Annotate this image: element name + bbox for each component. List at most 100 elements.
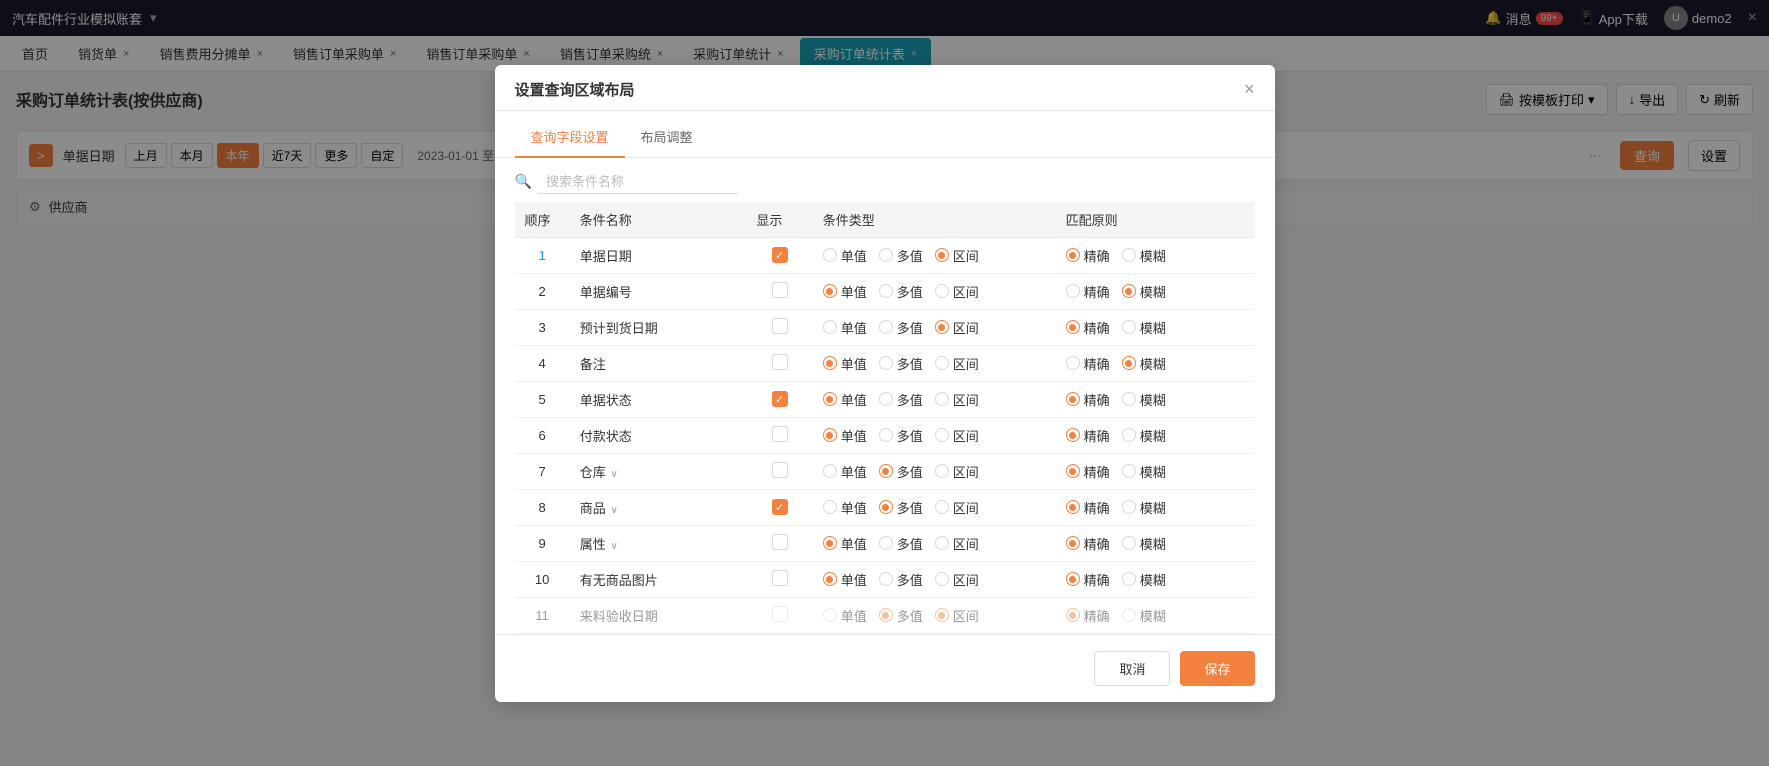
range-radio-circle[interactable] [935,536,949,550]
row-display[interactable] [746,561,812,597]
row-display[interactable] [746,381,812,417]
single-radio-circle[interactable] [823,572,837,586]
multi-radio-circle[interactable] [879,608,893,622]
fuzzy-radio-circle[interactable] [1122,464,1136,478]
exact-radio-circle[interactable] [1066,572,1080,586]
single-radio-circle[interactable] [823,500,837,514]
match-exact-radio[interactable]: 精确 [1066,282,1110,301]
range-radio-circle[interactable] [935,356,949,370]
multi-radio-circle[interactable] [879,572,893,586]
display-checkbox[interactable] [772,462,788,478]
dialog-close-button[interactable]: × [1244,80,1255,98]
save-button[interactable]: 保存 [1180,651,1254,686]
match-fuzzy-radio[interactable]: 模糊 [1122,246,1166,265]
match-fuzzy-radio[interactable]: 模糊 [1122,426,1166,445]
multi-radio-circle[interactable] [879,464,893,478]
display-checkbox[interactable] [772,606,788,622]
row-display[interactable] [746,237,812,273]
single-radio-circle[interactable] [823,428,837,442]
multi-radio-circle[interactable] [879,500,893,514]
match-exact-radio[interactable]: 精确 [1066,318,1110,337]
type-multi-radio[interactable]: 多值 [879,318,923,337]
range-radio-circle[interactable] [935,428,949,442]
exact-radio-circle[interactable] [1066,608,1080,622]
match-fuzzy-radio[interactable]: 模糊 [1122,534,1166,553]
range-radio-circle[interactable] [935,320,949,334]
display-checkbox[interactable] [772,282,788,298]
fuzzy-radio-circle[interactable] [1122,248,1136,262]
match-exact-radio[interactable]: 精确 [1066,570,1110,589]
single-radio-circle[interactable] [823,464,837,478]
row-display[interactable] [746,309,812,345]
match-fuzzy-radio[interactable]: 模糊 [1122,462,1166,481]
type-single-radio[interactable]: 单值 [823,318,867,337]
fuzzy-radio-circle[interactable] [1122,428,1136,442]
tab-field-settings[interactable]: 查询字段设置 [515,121,625,158]
single-radio-circle[interactable] [823,284,837,298]
display-checkbox[interactable] [772,318,788,334]
type-multi-radio[interactable]: 多值 [879,534,923,553]
single-radio-circle[interactable] [823,392,837,406]
type-range-radio[interactable]: 区间 [935,462,979,481]
multi-radio-circle[interactable] [879,392,893,406]
type-range-radio[interactable]: 区间 [935,390,979,409]
range-radio-circle[interactable] [935,284,949,298]
range-radio-circle[interactable] [935,248,949,262]
type-single-radio[interactable]: 单值 [823,390,867,409]
type-multi-radio[interactable]: 多值 [879,570,923,589]
range-radio-circle[interactable] [935,608,949,622]
type-multi-radio[interactable]: 多值 [879,354,923,373]
type-single-radio[interactable]: 单值 [823,462,867,481]
range-radio-circle[interactable] [935,572,949,586]
multi-radio-circle[interactable] [879,536,893,550]
row-display[interactable] [746,273,812,309]
type-multi-radio[interactable]: 多值 [879,462,923,481]
multi-radio-circle[interactable] [879,284,893,298]
row-display[interactable] [746,597,812,633]
display-checkbox[interactable] [772,426,788,442]
display-checkbox[interactable] [772,499,788,515]
exact-radio-circle[interactable] [1066,464,1080,478]
single-radio-circle[interactable] [823,248,837,262]
fuzzy-radio-circle[interactable] [1122,536,1136,550]
match-fuzzy-radio[interactable]: 模糊 [1122,390,1166,409]
type-range-radio[interactable]: 区间 [935,606,979,625]
match-exact-radio[interactable]: 精确 [1066,606,1110,625]
exact-radio-circle[interactable] [1066,392,1080,406]
multi-radio-circle[interactable] [879,248,893,262]
type-multi-radio[interactable]: 多值 [879,498,923,517]
type-multi-radio[interactable]: 多值 [879,606,923,625]
match-exact-radio[interactable]: 精确 [1066,426,1110,445]
display-checkbox[interactable] [772,570,788,586]
search-input[interactable] [538,170,738,194]
single-radio-circle[interactable] [823,536,837,550]
type-multi-radio[interactable]: 多值 [879,390,923,409]
match-exact-radio[interactable]: 精确 [1066,534,1110,553]
type-range-radio[interactable]: 区间 [935,534,979,553]
match-fuzzy-radio[interactable]: 模糊 [1122,354,1166,373]
match-exact-radio[interactable]: 精确 [1066,462,1110,481]
single-radio-circle[interactable] [823,320,837,334]
match-fuzzy-radio[interactable]: 模糊 [1122,606,1166,625]
exact-radio-circle[interactable] [1066,320,1080,334]
multi-radio-circle[interactable] [879,356,893,370]
display-checkbox[interactable] [772,247,788,263]
type-single-radio[interactable]: 单值 [823,426,867,445]
match-fuzzy-radio[interactable]: 模糊 [1122,498,1166,517]
exact-radio-circle[interactable] [1066,284,1080,298]
type-single-radio[interactable]: 单值 [823,570,867,589]
type-single-radio[interactable]: 单值 [823,282,867,301]
type-single-radio[interactable]: 单值 [823,354,867,373]
fuzzy-radio-circle[interactable] [1122,320,1136,334]
fuzzy-radio-circle[interactable] [1122,608,1136,622]
cancel-button[interactable]: 取消 [1094,651,1170,686]
multi-radio-circle[interactable] [879,320,893,334]
exact-radio-circle[interactable] [1066,500,1080,514]
type-range-radio[interactable]: 区间 [935,282,979,301]
type-range-radio[interactable]: 区间 [935,246,979,265]
type-range-radio[interactable]: 区间 [935,570,979,589]
row-display[interactable] [746,417,812,453]
fuzzy-radio-circle[interactable] [1122,500,1136,514]
type-range-radio[interactable]: 区间 [935,318,979,337]
fuzzy-radio-circle[interactable] [1122,284,1136,298]
